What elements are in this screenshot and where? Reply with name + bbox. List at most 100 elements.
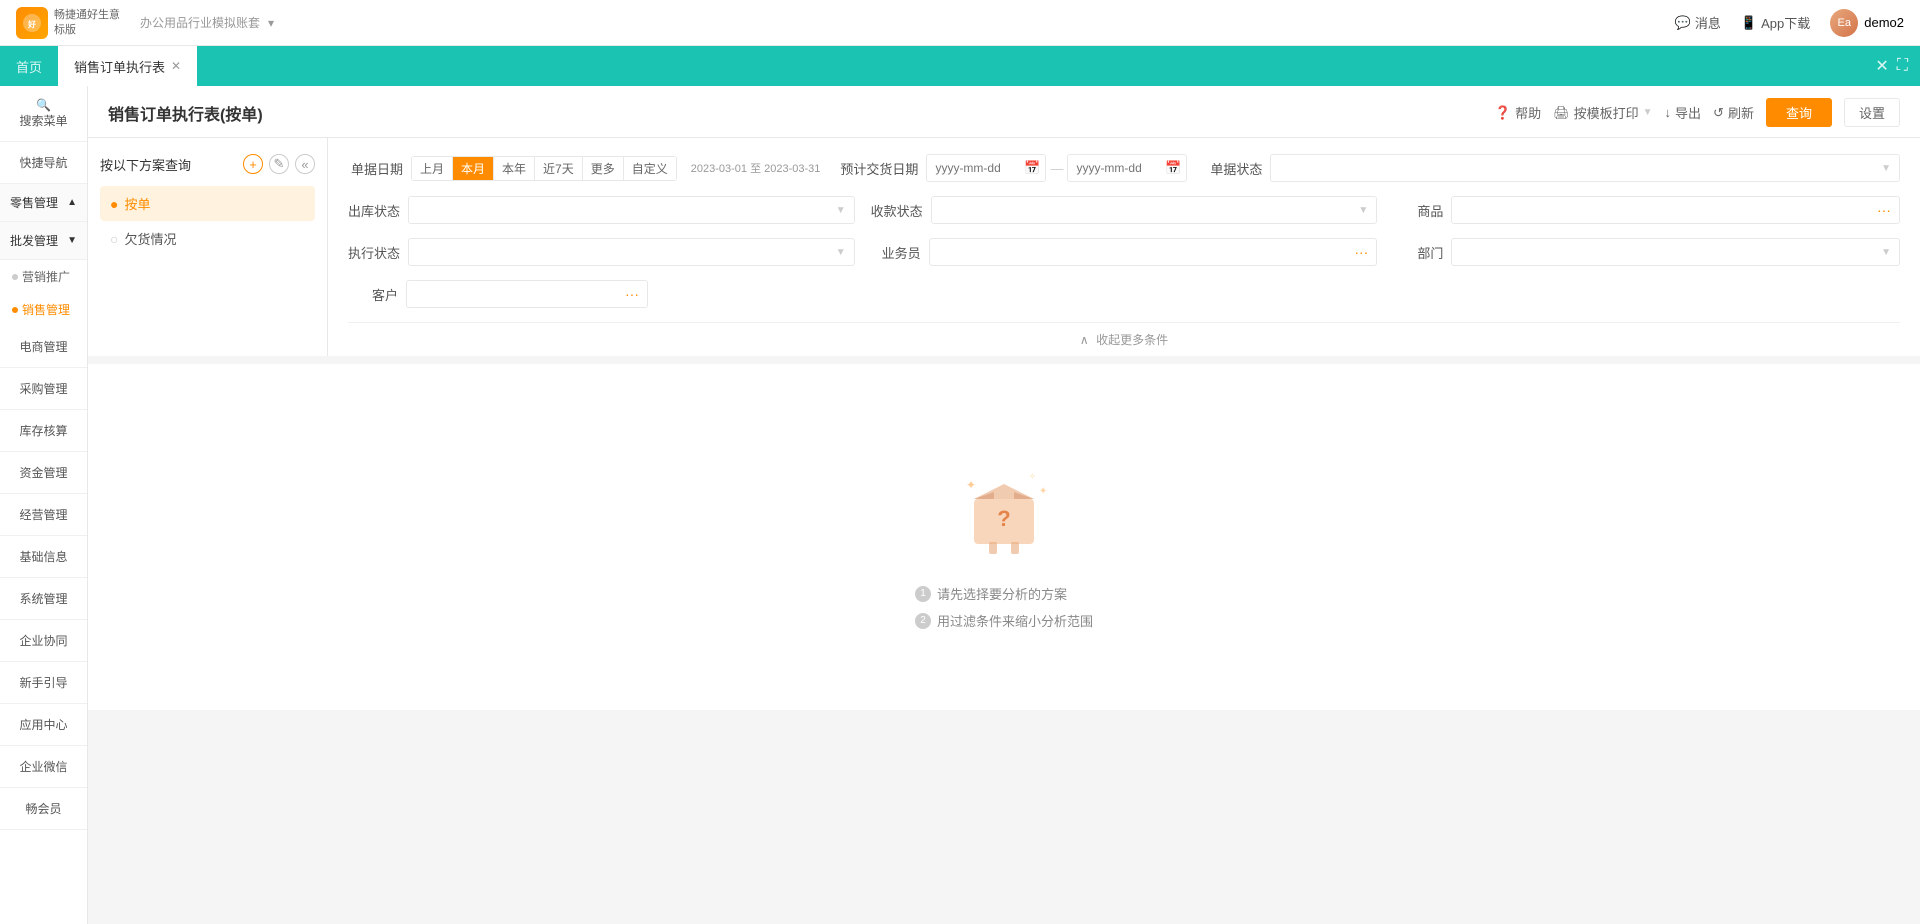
execution-status-col: 执行状态 ▼ [348, 238, 855, 266]
date-tab-this-month[interactable]: 本月 [453, 157, 494, 180]
user-menu[interactable]: Ea demo2 [1830, 9, 1904, 37]
sidebar-item-operations[interactable]: 经营管理 [0, 494, 87, 536]
sidebar-item-finance[interactable]: 资金管理 [0, 452, 87, 494]
logo-text: 畅捷通好生意 标版 [54, 8, 120, 37]
breadcrumb-arrow-icon[interactable]: ▾ [268, 16, 274, 30]
collapse-bar[interactable]: ∧ 收起更多条件 [348, 322, 1900, 356]
window-close-icon[interactable]: ✕ [1875, 56, 1888, 76]
message-button[interactable]: 💬 消息 [1675, 13, 1721, 32]
svg-text:?: ? [997, 506, 1010, 531]
svg-text:✦: ✦ [1039, 486, 1047, 497]
tab-close-icon[interactable]: ✕ [171, 59, 181, 73]
sidebar-search[interactable]: 🔍 搜索菜单 [0, 86, 87, 142]
sidebar: 🔍 搜索菜单 快捷导航 零售管理 ▲ 批发管理 ▼ 营销推广 销售管理 电商管理… [0, 86, 88, 924]
sidebar-item-system[interactable]: 系统管理 [0, 578, 87, 620]
date-end-wrapper: 📅 [1067, 154, 1187, 182]
sidebar-item-vip[interactable]: 畅会员 [0, 788, 87, 830]
execution-status-select[interactable]: ▼ [408, 238, 855, 266]
edit-scheme-button[interactable]: ✎ [269, 154, 289, 174]
sidebar-item-app-center[interactable]: 应用中心 [0, 704, 87, 746]
date-end-input[interactable] [1067, 154, 1187, 182]
search-icon: 🔍 [36, 98, 51, 112]
payment-arrow-icon: ▼ [1358, 205, 1368, 216]
delivery-status-select[interactable]: ▼ [408, 196, 855, 224]
sidebar-item-basic-info[interactable]: 基础信息 [0, 536, 87, 578]
goods-input[interactable]: ··· [1451, 196, 1900, 224]
goods-more-icon[interactable]: ··· [1877, 202, 1891, 218]
chevron-down-icon: ▼ [67, 235, 77, 246]
date-tab-this-year[interactable]: 本年 [494, 157, 535, 180]
order-dot-icon: ● [110, 196, 118, 212]
help-button[interactable]: ❓ 帮助 [1495, 103, 1541, 122]
filter-row-3: 执行状态 ▼ 业务员 ··· [348, 238, 1900, 266]
sidebar-item-inventory[interactable]: 库存核算 [0, 410, 87, 452]
content-area: 销售订单执行表(按单) ❓ 帮助 🖨 按模板打印 ▼ ↓ 导出 ↺ 刷新 [88, 86, 1920, 924]
top-header: 好 畅捷通好生意 标版 办公用品行业模拟账套 ▾ 💬 消息 📱 App下载 Ea… [0, 0, 1920, 46]
status-arrow-icon: ▼ [1881, 163, 1891, 174]
empty-steps: 1 请先选择要分析的方案 2 用过滤条件来缩小分析范围 [915, 584, 1093, 630]
query-button[interactable]: 查询 [1766, 98, 1832, 127]
estimated-delivery-label: 预计交货日期 [840, 159, 918, 178]
sidebar-item-wholesale[interactable]: 批发管理 ▼ [0, 222, 87, 260]
execution-status-label: 执行状态 [348, 243, 400, 262]
date-separator: — [1050, 161, 1063, 176]
export-button[interactable]: ↓ 导出 [1665, 103, 1702, 122]
app-download-button[interactable]: 📱 App下载 [1741, 13, 1810, 32]
tab-sales-order[interactable]: 销售订单执行表 ✕ [58, 46, 197, 86]
department-col: 部门 ▼ [1393, 238, 1900, 266]
window-maximize-icon[interactable]: ⛶ [1897, 57, 1908, 75]
sidebar-item-purchase[interactable]: 采购管理 [0, 368, 87, 410]
date-tab-last7[interactable]: 近7天 [535, 157, 583, 180]
sidebar-sub-marketing[interactable]: 营销推广 [0, 260, 87, 293]
empty-step-1: 1 请先选择要分析的方案 [915, 584, 1093, 603]
main-layout: 🔍 搜索菜单 快捷导航 零售管理 ▲ 批发管理 ▼ 营销推广 销售管理 电商管理… [0, 86, 1920, 924]
salesperson-more-icon[interactable]: ··· [1354, 244, 1368, 260]
refresh-button[interactable]: ↺ 刷新 [1713, 103, 1754, 122]
date-tab-last-month[interactable]: 上月 [412, 157, 453, 180]
sidebar-sub-sales[interactable]: 销售管理 [0, 293, 87, 326]
settings-button[interactable]: 设置 [1844, 98, 1900, 127]
tab-home[interactable]: 首页 [0, 46, 58, 86]
sidebar-item-enterprise-wechat[interactable]: 企业微信 [0, 746, 87, 788]
filter-row-1: 单据日期 上月 本月 本年 近7天 更多 自定义 2023-03-01 至 20… [348, 154, 1900, 182]
logo-icon: 好 [16, 7, 48, 39]
sidebar-item-new-user[interactable]: 新手引导 [0, 662, 87, 704]
department-select[interactable]: ▼ [1451, 238, 1900, 266]
department-label: 部门 [1393, 243, 1443, 262]
phone-icon: 📱 [1741, 15, 1757, 31]
salesperson-input[interactable]: ··· [929, 238, 1378, 266]
payment-status-select[interactable]: ▼ [931, 196, 1378, 224]
empty-step-2: 2 用过滤条件来缩小分析范围 [915, 611, 1093, 630]
payment-status-col: 收款状态 ▼ [871, 196, 1378, 224]
step-num-1: 1 [915, 586, 931, 602]
sidebar-item-retail[interactable]: 零售管理 ▲ [0, 184, 87, 222]
date-start-input[interactable] [926, 154, 1046, 182]
estimated-delivery-field: 预计交货日期 📅 — 📅 [840, 154, 1187, 182]
message-icon: 💬 [1675, 15, 1691, 31]
sidebar-quick-nav[interactable]: 快捷导航 [0, 142, 87, 184]
print-arrow-icon: ▼ [1643, 107, 1653, 118]
print-button[interactable]: 🖨 按模板打印 ▼ [1553, 103, 1652, 122]
status-select-wrapper: ▼ [1270, 154, 1900, 182]
date-tab-custom[interactable]: 自定义 [624, 157, 676, 180]
empty-state: ? ✦ ✦ ✧ 1 请先选择要分析的方案 2 用过滤条件来缩小分析范围 [88, 364, 1920, 710]
filter-row-4: 客户 ··· [348, 280, 1900, 308]
scheme-by-credit[interactable]: ○ 欠货情况 [100, 221, 315, 256]
sidebar-item-ecommerce[interactable]: 电商管理 [0, 326, 87, 368]
date-range-text: 2023-03-01 至 2023-03-31 [691, 160, 821, 176]
date-tab-more[interactable]: 更多 [583, 157, 624, 180]
scheme-by-order[interactable]: ● 按单 [100, 186, 315, 221]
export-icon: ↓ [1665, 105, 1672, 120]
tab-bar: 首页 销售订单执行表 ✕ ✕ ⛶ [0, 46, 1920, 86]
filter-left-panel: 按以下方案查询 + ✎ « ● 按单 ○ 欠货情况 [88, 138, 328, 356]
section-divider [88, 356, 1920, 364]
add-scheme-button[interactable]: + [243, 154, 263, 174]
status-select[interactable]: ▼ [1270, 154, 1900, 182]
customer-input[interactable]: ··· [406, 280, 648, 308]
page-title: 销售订单执行表(按单) [108, 101, 263, 125]
filter-left-icons: + ✎ « [243, 154, 315, 174]
delivery-status-col: 出库状态 ▼ [348, 196, 855, 224]
sidebar-item-enterprise-collab[interactable]: 企业协同 [0, 620, 87, 662]
customer-more-icon[interactable]: ··· [625, 286, 639, 302]
collapse-panel-button[interactable]: « [295, 154, 315, 174]
